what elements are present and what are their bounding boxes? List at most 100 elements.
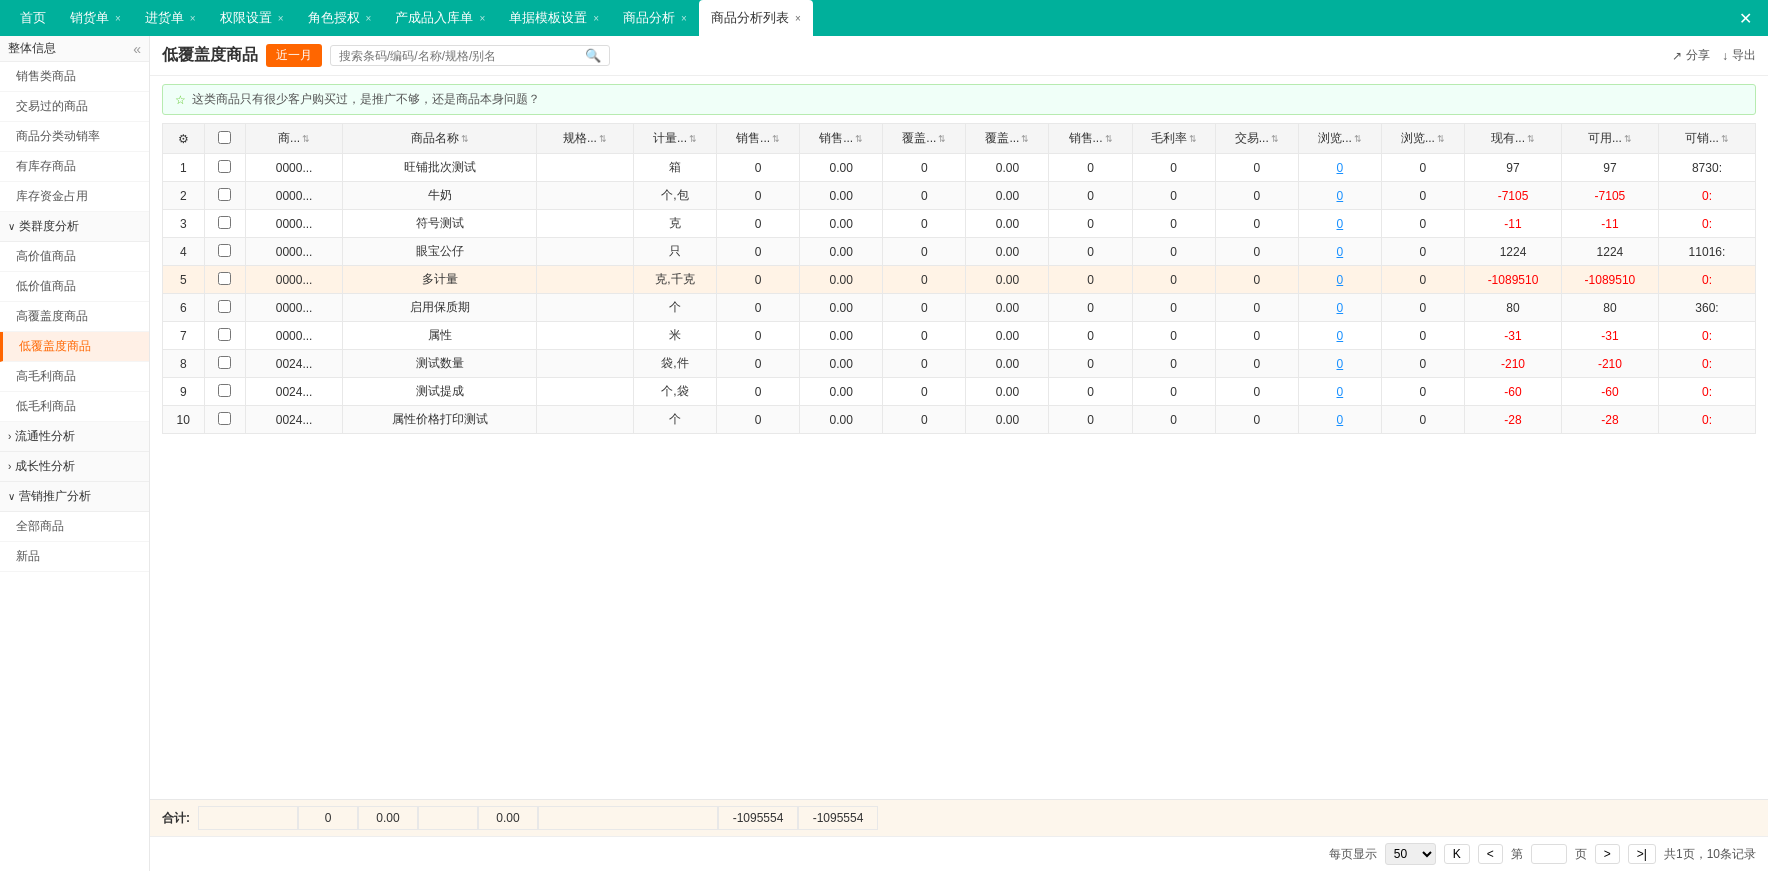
nav-close-permission[interactable]: ×	[278, 13, 284, 24]
cell-checkbox[interactable]	[204, 238, 246, 266]
search-icon[interactable]: 🔍	[585, 48, 601, 63]
nav-sales-order[interactable]: 销货单 ×	[58, 0, 133, 36]
browse-link[interactable]: 0	[1337, 413, 1344, 427]
cell-browse1[interactable]: 0	[1298, 210, 1381, 238]
browse-link[interactable]: 0	[1337, 385, 1344, 399]
cell-checkbox[interactable]	[204, 378, 246, 406]
page-number-input[interactable]: 1	[1531, 844, 1567, 864]
sidebar-collapse-button[interactable]: «	[133, 41, 141, 57]
cell-checkbox[interactable]	[204, 266, 246, 294]
nav-close-warehouse[interactable]: ×	[479, 13, 485, 24]
cell-browse1[interactable]: 0	[1298, 406, 1381, 434]
sidebar-section-growth[interactable]: › 成长性分析	[0, 452, 149, 482]
cell-browse1[interactable]: 0	[1298, 294, 1381, 322]
select-all-checkbox[interactable]	[218, 131, 231, 144]
browse-link[interactable]: 0	[1337, 301, 1344, 315]
sidebar-item-low-value[interactable]: 低价值商品	[0, 272, 149, 302]
row-checkbox[interactable]	[218, 328, 231, 341]
nav-product-warehouse[interactable]: 产成品入库单 ×	[383, 0, 497, 36]
first-page-button[interactable]: K	[1444, 844, 1470, 864]
col-browse1[interactable]: 浏览...⇅	[1298, 124, 1381, 154]
col-name[interactable]: 商品名称⇅	[343, 124, 537, 154]
page-size-select[interactable]: 50 100 200	[1385, 843, 1436, 865]
sidebar-item-capital-occupy[interactable]: 库存资金占用	[0, 182, 149, 212]
col-unit[interactable]: 计量...⇅	[633, 124, 716, 154]
col-gross-rate[interactable]: 毛利率⇅	[1132, 124, 1215, 154]
col-available[interactable]: 可用...⇅	[1561, 124, 1658, 154]
nav-role-auth[interactable]: 角色授权 ×	[296, 0, 384, 36]
prev-page-button[interactable]: <	[1478, 844, 1503, 864]
sidebar-section-marketing[interactable]: ∨ 营销推广分析	[0, 482, 149, 512]
export-button[interactable]: ↓ 导出	[1722, 47, 1756, 64]
nav-goods-analysis[interactable]: 商品分析 ×	[611, 0, 699, 36]
col-cover2[interactable]: 覆盖...⇅	[966, 124, 1049, 154]
sidebar-item-in-stock[interactable]: 有库存商品	[0, 152, 149, 182]
nav-purchase-order[interactable]: 进货单 ×	[133, 0, 208, 36]
sidebar-section-circulation[interactable]: › 流通性分析	[0, 422, 149, 452]
row-checkbox[interactable]	[218, 160, 231, 173]
last-page-button[interactable]: >|	[1628, 844, 1656, 864]
cell-browse1[interactable]: 0	[1298, 322, 1381, 350]
cell-browse1[interactable]: 0	[1298, 154, 1381, 182]
nav-close-purchase[interactable]: ×	[190, 13, 196, 24]
sidebar-item-high-coverage[interactable]: 高覆盖度商品	[0, 302, 149, 332]
sidebar-item-traded-goods[interactable]: 交易过的商品	[0, 92, 149, 122]
cell-browse1[interactable]: 0	[1298, 350, 1381, 378]
row-checkbox[interactable]	[218, 188, 231, 201]
col-code[interactable]: 商...⇅	[246, 124, 343, 154]
cell-browse1[interactable]: 0	[1298, 182, 1381, 210]
cell-checkbox[interactable]	[204, 406, 246, 434]
cell-browse1[interactable]: 0	[1298, 378, 1381, 406]
sidebar-section-group-analysis[interactable]: ∨ 类群度分析	[0, 212, 149, 242]
row-checkbox[interactable]	[218, 244, 231, 257]
sidebar-item-low-coverage[interactable]: 低覆盖度商品	[0, 332, 149, 362]
next-page-button[interactable]: >	[1595, 844, 1620, 864]
cell-checkbox[interactable]	[204, 154, 246, 182]
search-input[interactable]	[339, 49, 585, 63]
nav-home[interactable]: 首页	[8, 0, 58, 36]
cell-checkbox[interactable]	[204, 350, 246, 378]
browse-link[interactable]: 0	[1337, 161, 1344, 175]
sidebar-item-all-goods[interactable]: 全部商品	[0, 512, 149, 542]
sidebar-item-low-gross[interactable]: 低毛利商品	[0, 392, 149, 422]
sidebar-item-category-rate[interactable]: 商品分类动销率	[0, 122, 149, 152]
cell-browse1[interactable]: 0	[1298, 238, 1381, 266]
row-checkbox[interactable]	[218, 356, 231, 369]
sidebar-item-new-goods[interactable]: 新品	[0, 542, 149, 572]
col-cover1[interactable]: 覆盖...⇅	[883, 124, 966, 154]
col-settings[interactable]: ⚙	[163, 124, 205, 154]
col-trade[interactable]: 交易...⇅	[1215, 124, 1298, 154]
cell-checkbox[interactable]	[204, 294, 246, 322]
nav-permission-settings[interactable]: 权限设置 ×	[208, 0, 296, 36]
nav-close-template[interactable]: ×	[593, 13, 599, 24]
col-sales2[interactable]: 销售...⇅	[1049, 124, 1132, 154]
cell-checkbox[interactable]	[204, 182, 246, 210]
sidebar-item-high-gross[interactable]: 高毛利商品	[0, 362, 149, 392]
row-checkbox[interactable]	[218, 412, 231, 425]
cell-browse1[interactable]: 0	[1298, 266, 1381, 294]
window-close-button[interactable]: ✕	[1731, 9, 1760, 28]
cell-checkbox[interactable]	[204, 210, 246, 238]
browse-link[interactable]: 0	[1337, 217, 1344, 231]
browse-link[interactable]: 0	[1337, 357, 1344, 371]
nav-close-analysis[interactable]: ×	[681, 13, 687, 24]
period-button[interactable]: 近一月	[266, 44, 322, 67]
nav-goods-analysis-list[interactable]: 商品分析列表 ×	[699, 0, 813, 36]
row-checkbox[interactable]	[218, 384, 231, 397]
table-container[interactable]: ⚙ 商...⇅ 商品名称⇅ 规格...⇅	[150, 123, 1768, 799]
row-checkbox[interactable]	[218, 216, 231, 229]
col-sales-amt[interactable]: 销售...⇅	[800, 124, 883, 154]
col-sellable[interactable]: 可销...⇅	[1658, 124, 1755, 154]
row-checkbox[interactable]	[218, 300, 231, 313]
nav-template-settings[interactable]: 单据模板设置 ×	[497, 0, 611, 36]
col-sales-qty[interactable]: 销售...⇅	[717, 124, 800, 154]
share-button[interactable]: ↗ 分享	[1672, 47, 1710, 64]
nav-close-role[interactable]: ×	[366, 13, 372, 24]
browse-link[interactable]: 0	[1337, 273, 1344, 287]
settings-icon[interactable]: ⚙	[178, 132, 189, 146]
sidebar-item-sales-goods[interactable]: 销售类商品	[0, 62, 149, 92]
cell-checkbox[interactable]	[204, 322, 246, 350]
nav-close-analysis-list[interactable]: ×	[795, 13, 801, 24]
browse-link[interactable]: 0	[1337, 189, 1344, 203]
col-current[interactable]: 现有...⇅	[1465, 124, 1562, 154]
